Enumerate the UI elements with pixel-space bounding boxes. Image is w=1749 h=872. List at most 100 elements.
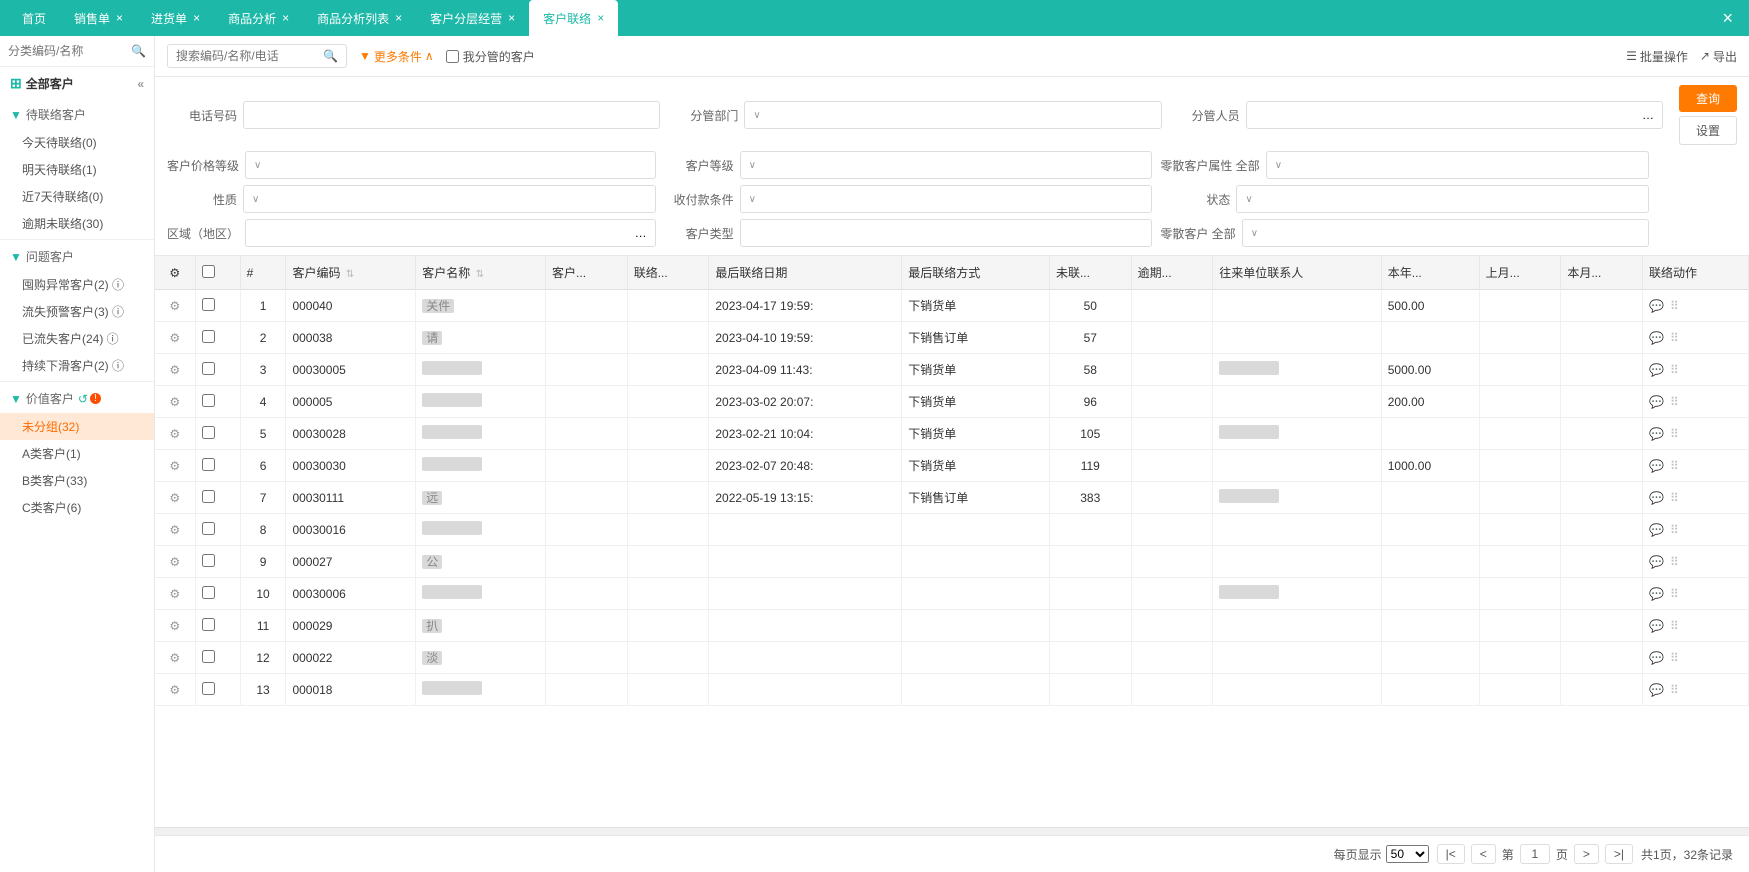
row-checkbox[interactable] — [195, 674, 240, 706]
chat-icon[interactable]: 💬 — [1649, 491, 1664, 505]
chat-icon[interactable]: 💬 — [1649, 427, 1664, 441]
search-input[interactable] — [176, 49, 323, 63]
nature-select[interactable]: ∨ — [243, 185, 656, 213]
checkbox-header[interactable] — [195, 256, 240, 290]
row-checkbox[interactable] — [195, 290, 240, 322]
row-gear[interactable]: ⚙ — [155, 610, 195, 642]
sidebar-item-churn-warning[interactable]: 流失预警客户(3) ⓘ — [0, 298, 154, 325]
close-icon[interactable]: × — [282, 11, 289, 25]
contact-method-link[interactable]: 下销货单 — [908, 299, 956, 313]
close-icon[interactable]: × — [395, 11, 402, 25]
name-header[interactable]: 客户名称 ⇅ — [416, 256, 546, 290]
first-page-button[interactable]: |< — [1437, 844, 1465, 864]
tab-analysis-list[interactable]: 商品分析列表 × — [303, 0, 416, 36]
region-input[interactable]: … — [245, 219, 656, 247]
more-icon[interactable]: ⠿ — [1670, 331, 1679, 345]
tab-analysis[interactable]: 商品分析 × — [214, 0, 303, 36]
chat-icon[interactable]: 💬 — [1649, 459, 1664, 473]
sidebar-group-value[interactable]: ▼ 价值客户 ↺ ! — [0, 384, 154, 413]
reset-button[interactable]: 设置 — [1679, 116, 1737, 145]
sidebar-item-declining[interactable]: 持续下滑客户(2) ⓘ — [0, 352, 154, 379]
my-customers-check[interactable] — [446, 50, 459, 63]
retail-attr-select[interactable]: ∨ — [1266, 151, 1649, 179]
sidebar-search-icon[interactable]: 🔍 — [131, 44, 146, 58]
tab-customer-contact[interactable]: 客户联络 × — [529, 0, 618, 36]
code-header[interactable]: 客户编码 ⇅ — [286, 256, 416, 290]
chat-icon[interactable]: 💬 — [1649, 587, 1664, 601]
more-icon[interactable]: ⠿ — [1670, 587, 1679, 601]
close-icon[interactable]: × — [597, 11, 604, 25]
contact-method-link[interactable]: 下销货单 — [908, 363, 956, 377]
all-customers-header[interactable]: ⊞ 全部客户 « — [0, 67, 154, 100]
retail-select[interactable]: ∨ — [1242, 219, 1649, 247]
close-icon[interactable]: × — [508, 11, 515, 25]
contact-method-link[interactable]: 下销售订单 — [908, 491, 968, 505]
more-conditions-button[interactable]: ▼ 更多条件 ∧ — [359, 48, 434, 65]
sidebar-item-today[interactable]: 今天待联络(0) — [0, 129, 154, 156]
row-gear[interactable]: ⚙ — [155, 642, 195, 674]
row-gear[interactable]: ⚙ — [155, 450, 195, 482]
more-icon[interactable]: ⠿ — [1670, 299, 1679, 313]
collapse-icon[interactable]: « — [137, 77, 144, 91]
gear-header[interactable]: ⚙ — [155, 256, 195, 290]
my-customers-checkbox[interactable]: 我分管的客户 — [446, 48, 535, 65]
contact-method-link[interactable]: 下销货单 — [908, 395, 956, 409]
sidebar-group-problem[interactable]: ▼ 问题客户 — [0, 242, 154, 271]
close-icon[interactable]: × — [193, 11, 200, 25]
status-select[interactable]: ∨ — [1236, 185, 1649, 213]
sidebar-item-7days[interactable]: 近7天待联络(0) — [0, 183, 154, 210]
chat-icon[interactable]: 💬 — [1649, 555, 1664, 569]
row-gear[interactable]: ⚙ — [155, 514, 195, 546]
customer-type-input[interactable] — [740, 219, 1153, 247]
contact-method-link[interactable]: 下销货单 — [908, 427, 956, 441]
last-page-button[interactable]: >| — [1605, 844, 1633, 864]
row-checkbox[interactable] — [195, 450, 240, 482]
row-checkbox[interactable] — [195, 354, 240, 386]
row-gear[interactable]: ⚙ — [155, 546, 195, 578]
row-checkbox[interactable] — [195, 514, 240, 546]
prev-page-button[interactable]: < — [1471, 844, 1496, 864]
export-button[interactable]: ↗ 导出 — [1700, 48, 1737, 65]
refresh-icon[interactable]: ↺ — [78, 392, 88, 406]
chat-icon[interactable]: 💬 — [1649, 651, 1664, 665]
query-button[interactable]: 查询 — [1679, 85, 1737, 112]
row-checkbox[interactable] — [195, 482, 240, 514]
row-checkbox[interactable] — [195, 546, 240, 578]
tab-home[interactable]: 首页 — [8, 0, 60, 36]
chat-icon[interactable]: 💬 — [1649, 299, 1664, 313]
sidebar-search-input[interactable] — [8, 44, 129, 58]
dept-select[interactable]: ∨ — [744, 101, 1161, 129]
select-all-checkbox[interactable] — [202, 265, 215, 278]
person-input[interactable]: … — [1246, 101, 1663, 129]
row-checkbox[interactable] — [195, 322, 240, 354]
row-checkbox[interactable] — [195, 610, 240, 642]
sort-icon[interactable]: ⇅ — [476, 269, 484, 280]
batch-operation-button[interactable]: ☰ 批量操作 — [1626, 48, 1688, 65]
row-gear[interactable]: ⚙ — [155, 322, 195, 354]
more-icon[interactable]: ⠿ — [1670, 523, 1679, 537]
sidebar-item-abnormal[interactable]: 囤购异常客户(2) ⓘ — [0, 271, 154, 298]
row-gear[interactable]: ⚙ — [155, 290, 195, 322]
payment-select[interactable]: ∨ — [740, 185, 1153, 213]
sidebar-group-pending[interactable]: ▼ 待联络客户 — [0, 100, 154, 129]
next-page-button[interactable]: > — [1574, 844, 1599, 864]
tab-customer-layered[interactable]: 客户分层经营 × — [416, 0, 529, 36]
chat-icon[interactable]: 💬 — [1649, 363, 1664, 377]
row-checkbox[interactable] — [195, 578, 240, 610]
sidebar-item-tomorrow[interactable]: 明天待联络(1) — [0, 156, 154, 183]
sidebar-item-overdue[interactable]: 逾期未联络(30) — [0, 210, 154, 237]
more-icon[interactable]: ⠿ — [1670, 651, 1679, 665]
horizontal-scrollbar[interactable] — [155, 827, 1749, 835]
more-icon[interactable]: ⠿ — [1670, 363, 1679, 377]
more-icon[interactable]: ⠿ — [1670, 683, 1679, 697]
tab-sales[interactable]: 销售单 × — [60, 0, 137, 36]
phone-input[interactable] — [243, 101, 660, 129]
tab-purchase[interactable]: 进货单 × — [137, 0, 214, 36]
sidebar-item-ungroup[interactable]: 未分组(32) — [0, 413, 154, 440]
page-size-select[interactable]: 50 20 100 — [1386, 845, 1429, 863]
row-gear[interactable]: ⚙ — [155, 482, 195, 514]
row-gear[interactable]: ⚙ — [155, 674, 195, 706]
search-icon[interactable]: 🔍 — [323, 49, 338, 63]
more-icon[interactable]: ⠿ — [1670, 491, 1679, 505]
sidebar-item-churned[interactable]: 已流失客户(24) ⓘ — [0, 325, 154, 352]
